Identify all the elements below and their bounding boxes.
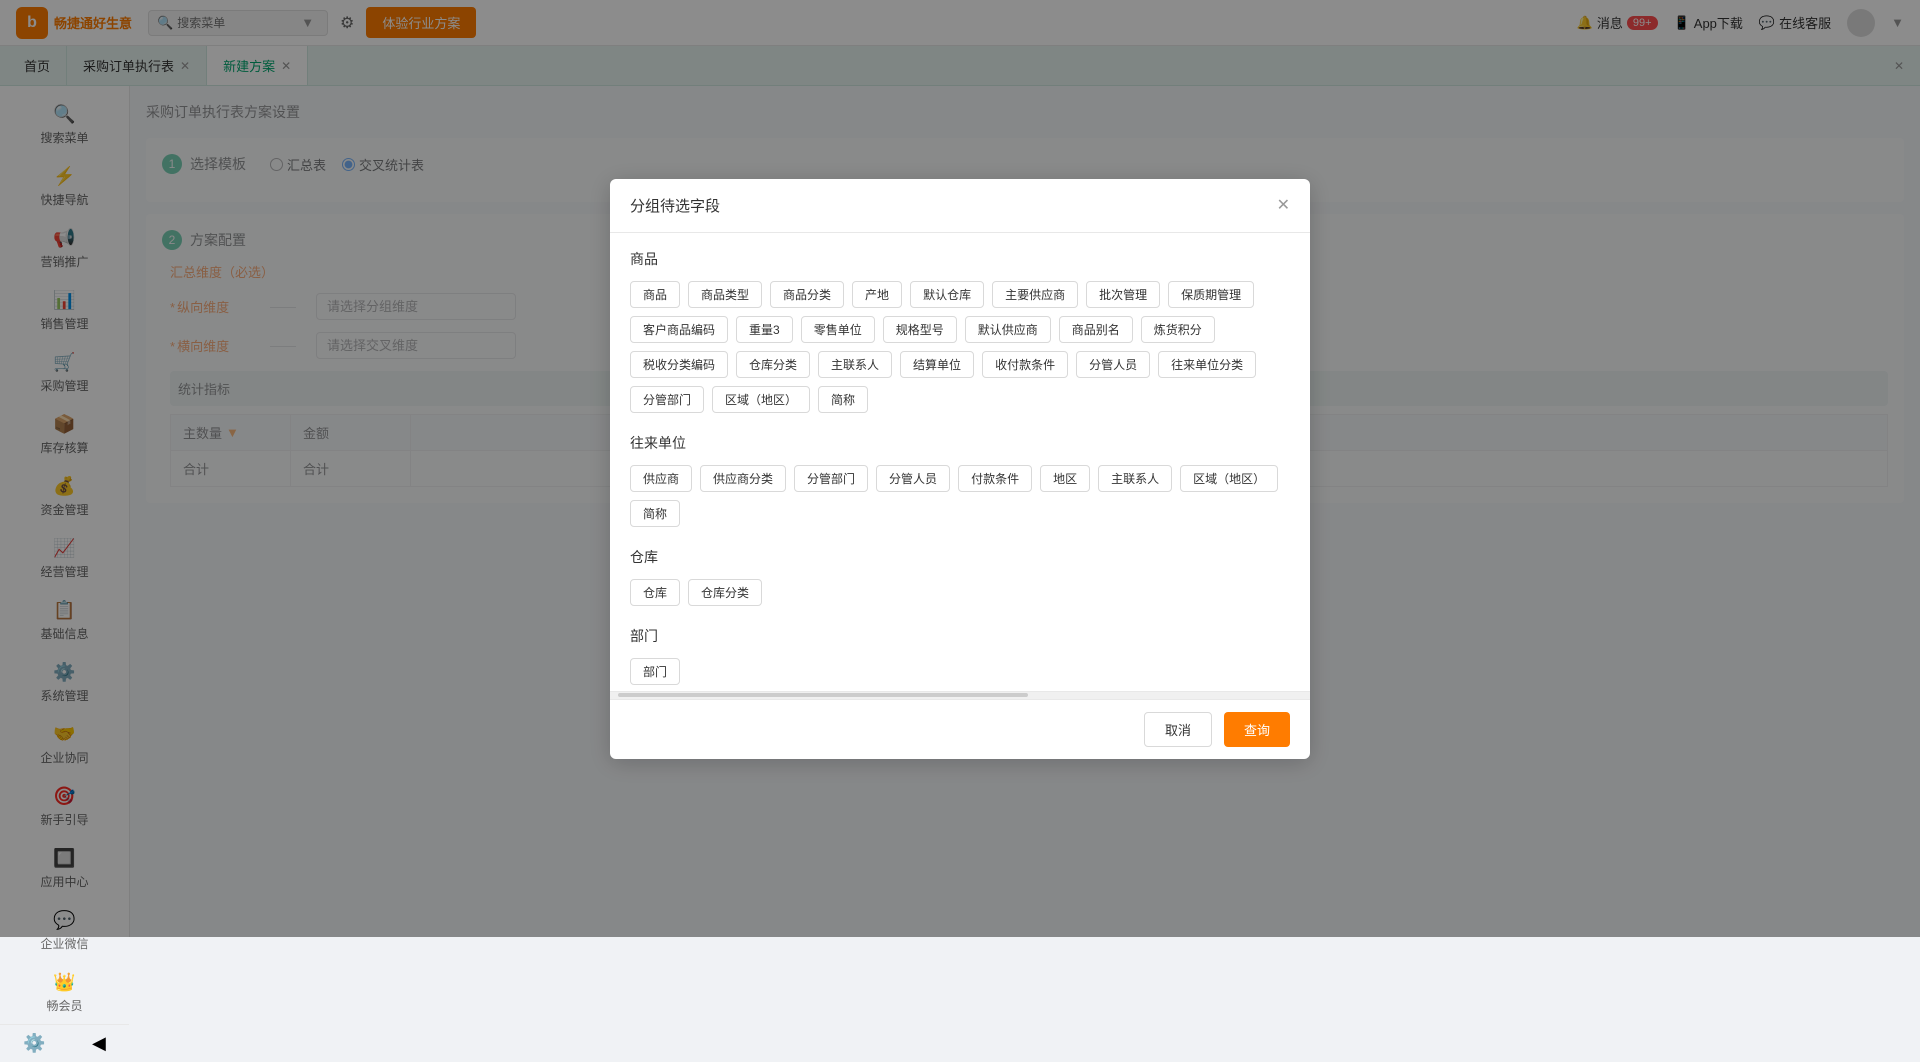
field-tag[interactable]: 主要供应商 — [992, 281, 1078, 308]
field-tag[interactable]: 简称 — [818, 386, 868, 413]
cancel-button[interactable]: 取消 — [1144, 712, 1212, 747]
field-tag[interactable]: 简称 — [630, 500, 680, 527]
field-tag[interactable]: 规格型号 — [883, 316, 957, 343]
group-title-goods: 商品 — [630, 249, 1290, 269]
modal-overlay: 分组待选字段 ✕ 商品 商品 商品类型 商品分类 产地 默认仓库 主要供应商 批… — [0, 0, 1920, 937]
field-tags-dept: 部门 — [630, 658, 1290, 685]
modal-close-icon[interactable]: ✕ — [1277, 195, 1290, 215]
field-tag[interactable]: 分管部门 — [794, 465, 868, 492]
modal-footer: 取消 查询 — [610, 699, 1310, 759]
field-group-warehouse: 仓库 仓库 仓库分类 — [630, 547, 1290, 606]
field-tag[interactable]: 仓库 — [630, 579, 680, 606]
field-tag[interactable]: 地区 — [1040, 465, 1090, 492]
field-tag[interactable]: 保质期管理 — [1168, 281, 1254, 308]
field-tag[interactable]: 主联系人 — [818, 351, 892, 378]
settings-bottom-icon[interactable]: ⚙️ — [23, 1033, 45, 1054]
field-group-dept: 部门 部门 — [630, 626, 1290, 685]
collapse-icon[interactable]: ◀ — [92, 1033, 106, 1054]
field-tag[interactable]: 分管人员 — [1076, 351, 1150, 378]
member-icon: 👑 — [53, 972, 75, 993]
field-tag[interactable]: 往来单位分类 — [1158, 351, 1256, 378]
field-tag[interactable]: 商品分类 — [770, 281, 844, 308]
modal-title: 分组待选字段 — [630, 195, 720, 216]
group-title-partner: 往来单位 — [630, 433, 1290, 453]
field-tag[interactable]: 税收分类编码 — [630, 351, 728, 378]
sidebar-bottom: ⚙️ ◀ — [0, 1024, 129, 1062]
field-tag[interactable]: 批次管理 — [1086, 281, 1160, 308]
field-tag[interactable]: 区域（地区） — [712, 386, 810, 413]
field-tag[interactable]: 客户商品编码 — [630, 316, 728, 343]
field-tag[interactable]: 分管人员 — [876, 465, 950, 492]
field-tag[interactable]: 产地 — [852, 281, 902, 308]
sidebar-label-wechat: 企业微信 — [40, 935, 88, 952]
field-tag[interactable]: 商品类型 — [688, 281, 762, 308]
field-tag[interactable]: 炼货积分 — [1141, 316, 1215, 343]
modal-header: 分组待选字段 ✕ — [610, 179, 1310, 233]
sidebar-item-member[interactable]: 👑 畅会员 — [0, 962, 129, 1024]
field-tag[interactable]: 商品 — [630, 281, 680, 308]
field-tag[interactable]: 主联系人 — [1098, 465, 1172, 492]
field-tag[interactable]: 收付款条件 — [982, 351, 1068, 378]
field-tag[interactable]: 默认仓库 — [910, 281, 984, 308]
field-tag[interactable]: 零售单位 — [801, 316, 875, 343]
field-tag[interactable]: 仓库分类 — [736, 351, 810, 378]
field-tag[interactable]: 商品别名 — [1059, 316, 1133, 343]
modal-horizontal-scrollbar[interactable] — [610, 691, 1310, 699]
group-title-dept: 部门 — [630, 626, 1290, 646]
field-tag[interactable]: 分管部门 — [630, 386, 704, 413]
field-tag[interactable]: 默认供应商 — [965, 316, 1051, 343]
field-tags-warehouse: 仓库 仓库分类 — [630, 579, 1290, 606]
field-tag[interactable]: 付款条件 — [958, 465, 1032, 492]
group-title-warehouse: 仓库 — [630, 547, 1290, 567]
field-tags-partner: 供应商 供应商分类 分管部门 分管人员 付款条件 地区 主联系人 区域（地区） … — [630, 465, 1290, 527]
field-tag[interactable]: 重量3 — [736, 316, 793, 343]
field-tag[interactable]: 供应商 — [630, 465, 692, 492]
field-tag[interactable]: 部门 — [630, 658, 680, 685]
modal-body[interactable]: 商品 商品 商品类型 商品分类 产地 默认仓库 主要供应商 批次管理 保质期管理… — [610, 233, 1310, 691]
field-tag[interactable]: 结算单位 — [900, 351, 974, 378]
field-tag[interactable]: 区域（地区） — [1180, 465, 1278, 492]
field-tag[interactable]: 供应商分类 — [700, 465, 786, 492]
field-tags-goods: 商品 商品类型 商品分类 产地 默认仓库 主要供应商 批次管理 保质期管理 客户… — [630, 281, 1290, 413]
field-tag[interactable]: 仓库分类 — [688, 579, 762, 606]
confirm-button[interactable]: 查询 — [1224, 712, 1290, 747]
sidebar-label-member: 畅会员 — [46, 997, 82, 1014]
modal: 分组待选字段 ✕ 商品 商品 商品类型 商品分类 产地 默认仓库 主要供应商 批… — [610, 179, 1310, 759]
field-group-partner: 往来单位 供应商 供应商分类 分管部门 分管人员 付款条件 地区 主联系人 区域… — [630, 433, 1290, 527]
field-group-goods: 商品 商品 商品类型 商品分类 产地 默认仓库 主要供应商 批次管理 保质期管理… — [630, 249, 1290, 413]
